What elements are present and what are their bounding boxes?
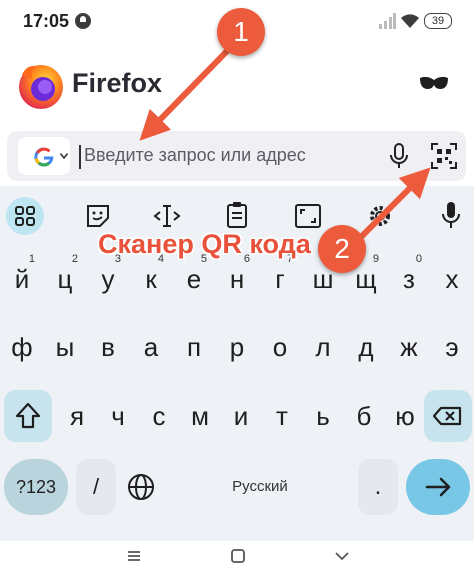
annotation-arrows — [139, 45, 431, 246]
annotation-badge-1: 1 — [217, 8, 265, 56]
annotation-badge-2: 2 — [318, 225, 366, 273]
annotation-label: Сканер QR кода — [98, 229, 311, 259]
